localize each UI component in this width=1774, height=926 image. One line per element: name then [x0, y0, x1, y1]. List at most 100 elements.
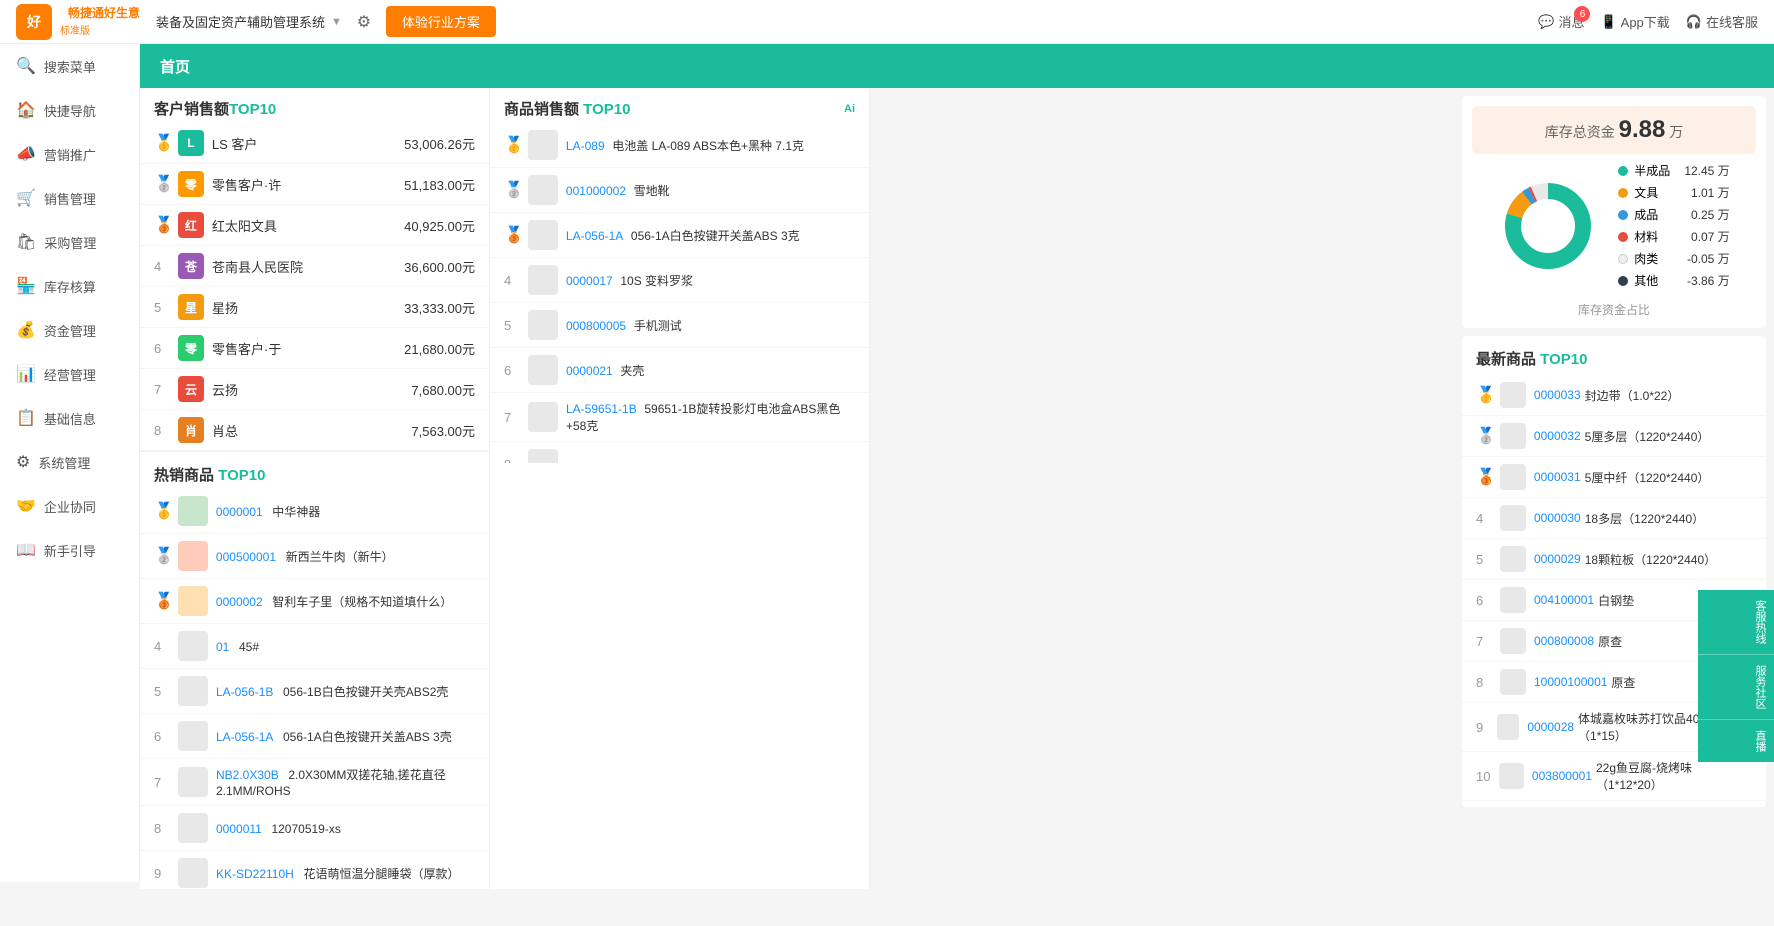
sidebar-label-inventory: 库存核算	[44, 277, 96, 296]
prod-rank-8: 8	[504, 457, 528, 464]
customer-amount-5: 33,333.00元	[404, 298, 475, 317]
hot-product-img-2	[178, 541, 208, 571]
sidebar-item-operations[interactable]: 📊 经营管理	[0, 352, 139, 396]
legend-label-material: 材料	[1634, 228, 1658, 245]
hot-rank-4: 4	[154, 639, 178, 654]
product-img-1	[528, 130, 558, 160]
message-button[interactable]: 💬 消息 6	[1538, 12, 1584, 31]
trial-button[interactable]: 体验行业方案	[386, 6, 496, 37]
sidebar-item-basics[interactable]: 📋 基础信息	[0, 396, 139, 440]
rank-num-5: 5	[154, 300, 178, 315]
latest-medal-gold: 🥇	[1476, 385, 1496, 405]
latest-img-4	[1500, 505, 1526, 531]
sidebar-label-purchase: 采购管理	[44, 233, 96, 252]
hot-product-info-5: LA-056-1B 056-1B白色按键开关壳ABS2壳	[216, 683, 475, 700]
hot-rank-5: 5	[154, 684, 178, 699]
sidebar-item-collab[interactable]: 🤝 企业协同	[0, 484, 139, 528]
sidebar-label-home: 快捷导航	[44, 101, 96, 120]
customer-amount-4: 36,600.00元	[404, 257, 475, 276]
sidebar-item-home[interactable]: 🏠 快捷导航	[0, 88, 139, 132]
latest-name-10: 22g鱼豆腐-烧烤味（1*12*20）	[1596, 759, 1752, 793]
app-download-button[interactable]: 📱 App下载	[1600, 12, 1669, 31]
cs-live-button[interactable]: 直播	[1698, 720, 1774, 762]
legend-label-semifinished: 半成品	[1634, 162, 1670, 179]
latest-name-7: 原查	[1598, 633, 1622, 650]
hot-product-code-8: 0000011	[216, 822, 262, 836]
product-info-4: 0000017 10S 变料罗浆	[566, 272, 855, 289]
product-rank-8: 8	[490, 442, 869, 463]
mobile-icon: 📱	[1600, 14, 1616, 30]
product-rank-6: 6 0000021 夹壳	[490, 348, 869, 393]
legend-val-finished: 0.25 万	[1683, 206, 1730, 223]
customer-rank-3: 🥉 红 红太阳文具 40,925.00元	[140, 205, 489, 246]
sidebar-item-system[interactable]: ⚙ 系统管理	[0, 440, 139, 484]
hot-product-9: 9 KK-SD22110H 花语萌恒温分腿睡袋（厚款）	[140, 851, 489, 889]
message-badge: 6	[1574, 6, 1590, 22]
customer-rank-6: 6 零 零售客户·于 21,680.00元	[140, 328, 489, 369]
product-ranking-panel: 商品销售额 TOP10 Ai 🥇 LA-089 电池盖 LA-089 ABS本色…	[490, 88, 870, 889]
sidebar-item-marketing[interactable]: 📣 营销推广	[0, 132, 139, 176]
latest-img-8	[1500, 669, 1526, 695]
customer-amount-8: 7,563.00元	[411, 421, 475, 440]
legend-dot-finished	[1618, 210, 1628, 220]
sidebar: 🔍 搜索菜单 🏠 快捷导航 📣 营销推广 🛒 销售管理 🛍 采购管理 🏪 库存核…	[0, 0, 140, 882]
product-name-2: 雪地靴	[634, 184, 670, 198]
hot-product-code-5: LA-056-1B	[216, 685, 273, 699]
latest-code-4: 0000030	[1534, 511, 1581, 525]
hot-medal-bronze: 🥉	[154, 591, 174, 611]
customer-avatar-3: 红	[178, 212, 204, 238]
customer-amount-2: 51,183.00元	[404, 175, 475, 194]
settings-icon[interactable]: ⚙	[350, 8, 378, 36]
customer-avatar-7: 云	[178, 376, 204, 402]
sidebar-label-operations: 经营管理	[44, 365, 96, 384]
hot-product-name-5: 056-1B白色按键开关壳ABS2壳	[283, 685, 448, 699]
inventory-card: 库存总资金 9.88 万 半成品	[1462, 96, 1766, 328]
latest-row-5: 5 0000029 18颗粒板（1220*2440）	[1462, 539, 1766, 580]
sidebar-item-guide[interactable]: 📖 新手引导	[0, 528, 139, 572]
cs-float-panel: 客服热线 服务社区 直播	[1698, 590, 1774, 762]
latest-code-7: 000800008	[1534, 634, 1594, 648]
product-info-1: LA-089 电池盖 LA-089 ABS本色+黑种 7.1克	[566, 137, 855, 154]
latest-row-3: 🥉 0000031 5厘中纤（1220*2440）	[1462, 457, 1766, 498]
sidebar-item-inventory[interactable]: 🏪 库存核算	[0, 264, 139, 308]
latest-img-2	[1500, 423, 1526, 449]
sidebar-item-finance[interactable]: 💰 资金管理	[0, 308, 139, 352]
sidebar-item-purchase[interactable]: 🛍 采购管理	[0, 220, 139, 264]
customer-ranking-panel: 客户销售额TOP10 🥇 L LS 客户 53,006.26元 🥈 零 零售客户…	[140, 88, 490, 889]
operations-icon: 📊	[16, 364, 36, 384]
product-rank-4: 4 0000017 10S 变料罗浆	[490, 258, 869, 303]
product-name-1: 电池盖 LA-089 ABS本色+黑种 7.1克	[612, 139, 804, 153]
sidebar-item-sales[interactable]: 🛒 销售管理	[0, 176, 139, 220]
legend-label-other: 其他	[1634, 272, 1658, 289]
inventory-icon: 🏪	[16, 276, 36, 296]
product-code-5: 000800005	[566, 319, 626, 333]
legend-dot-stationery	[1618, 188, 1628, 198]
product-img-2	[528, 175, 558, 205]
hot-product-name-1: 中华神器	[272, 505, 320, 519]
logo-sub: 标准版	[60, 22, 140, 37]
latest-img-1	[1500, 382, 1526, 408]
app-label: App下载	[1621, 12, 1670, 31]
online-service-button[interactable]: 🎧 在线客服	[1686, 12, 1758, 31]
product-info-3: LA-056-1A 056-1A白色按键开关盖ABS 3克	[566, 227, 855, 244]
hot-product-info-8: 0000011 12070519-xs	[216, 821, 475, 836]
latest-products-title: 最新商品 TOP10	[1462, 342, 1766, 375]
product-ranking-link[interactable]: Ai	[844, 103, 855, 115]
customer-rank-8: 8 肖 肖总 7,563.00元	[140, 410, 489, 451]
hot-product-code-3: 0000002	[216, 595, 263, 609]
hot-product-info-7: NB2.0X30B 2.0X30MM双搓花轴,搓花直径2.1MM/ROHS	[216, 766, 475, 798]
medal-silver-icon: 🥈	[154, 174, 174, 194]
inventory-unit: 万	[1669, 124, 1683, 140]
hot-product-code-4: 01	[216, 640, 229, 654]
hot-product-info-6: LA-056-1A 056-1A白色按键开关盖ABS 3壳	[216, 728, 475, 745]
latest-row-2: 🥈 0000032 5厘多层（1220*2440）	[1462, 416, 1766, 457]
system-select[interactable]: 装备及固定资产辅助管理系统 ▼	[156, 12, 342, 31]
cs-hotline-button[interactable]: 客服热线	[1698, 590, 1774, 655]
hot-product-info-2: 000500001 新西兰牛肉（新牛）	[216, 548, 475, 565]
customer-avatar-8: 肖	[178, 417, 204, 443]
sidebar-item-search[interactable]: 🔍 搜索菜单	[0, 44, 139, 88]
cs-community-button[interactable]: 服务社区	[1698, 655, 1774, 720]
hot-products-title: 热销商品 TOP10	[140, 456, 489, 489]
hot-products-section: 热销商品 TOP10 🥇 0000001 中华神器 🥈	[140, 451, 489, 889]
latest-name-6: 白钢垫	[1598, 592, 1634, 609]
